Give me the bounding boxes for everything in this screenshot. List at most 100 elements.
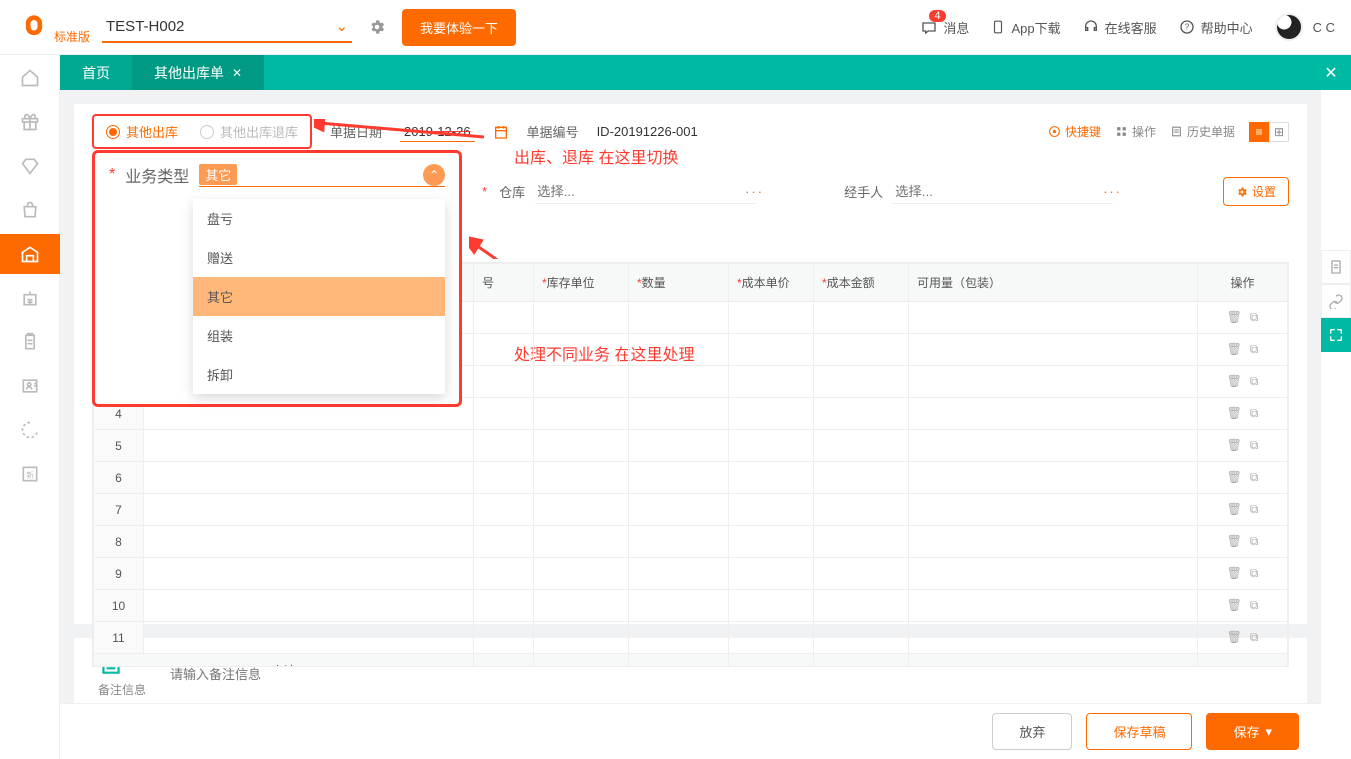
table-row[interactable]: 5🗑⧉ [94,430,1288,462]
biz-option[interactable]: 赠送 [193,238,445,277]
copy-icon[interactable]: ⧉ [1250,310,1259,324]
outbound-type-radio-group: 其他出库 其他出库退库 [92,114,312,149]
side-note-icon[interactable] [1321,250,1351,284]
customer-service-link[interactable]: 在线客服 [1083,18,1157,37]
delete-icon[interactable]: 🗑 [1227,470,1242,484]
delete-icon[interactable]: 🗑 [1227,566,1242,580]
svg-text:?: ? [1184,23,1189,32]
more-icon[interactable]: ··· [1103,184,1122,199]
biz-option[interactable]: 拆卸 [193,355,445,394]
operate-link[interactable]: 操作 [1115,123,1156,140]
more-icon[interactable]: ··· [745,184,764,199]
copy-icon[interactable]: ⧉ [1250,598,1259,612]
biz-option[interactable]: 盘亏 [193,199,445,238]
delete-icon[interactable]: 🗑 [1227,438,1242,452]
app-download-link[interactable]: App下载 [991,18,1060,37]
delete-icon[interactable]: 🗑 [1227,502,1242,516]
arrow-icon [469,229,589,259]
setting-button[interactable]: 设置 [1223,177,1289,206]
nav-gift-icon[interactable] [19,111,41,133]
tab-home[interactable]: 首页 [60,55,132,90]
copy-icon[interactable]: ⧉ [1250,566,1259,580]
delete-icon[interactable]: 🗑 [1227,342,1242,356]
save-draft-button[interactable]: 保存草稿 [1086,713,1192,750]
delete-icon[interactable]: 🗑 [1227,374,1242,388]
handler-select[interactable] [893,180,1113,204]
help-link[interactable]: ? 帮助中心 [1179,18,1253,37]
close-icon[interactable]: ✕ [232,66,242,80]
subtotal-row: 小计 0.00 0.00 [94,654,1288,668]
delete-icon[interactable]: 🗑 [1227,310,1242,324]
store-selector[interactable]: TEST-H002 ⌄ [102,11,352,43]
chevron-down-icon: ▾ [1265,724,1272,740]
copy-icon[interactable]: ⧉ [1250,342,1259,356]
user-name: C C [1313,20,1335,35]
delete-icon[interactable]: 🗑 [1227,534,1242,548]
chevron-up-icon[interactable]: ⌃ [423,164,445,186]
table-row[interactable]: 10🗑⧉ [94,590,1288,622]
view-toggle[interactable]: ≡ ⊞ [1249,122,1289,142]
radio-on-icon [106,125,120,139]
nav-diamond-icon[interactable] [19,155,41,177]
warehouse-field: *仓库 ··· [482,180,764,204]
doc-no-label: 单据编号 [527,122,579,141]
view-grid-icon[interactable]: ⊞ [1269,122,1289,142]
calendar-icon[interactable] [493,124,509,140]
table-row[interactable]: 8🗑⧉ [94,526,1288,558]
copy-icon[interactable]: ⧉ [1250,374,1259,388]
table-row[interactable]: 6🗑⧉ [94,462,1288,494]
nav-contact-icon[interactable] [19,375,41,397]
nav-warehouse-icon[interactable] [0,234,60,274]
arrow-icon [314,119,484,139]
trial-button[interactable]: 我要体验一下 [402,9,516,46]
copy-icon[interactable]: ⧉ [1250,534,1259,548]
radio-outbound[interactable]: 其他出库 [106,122,178,141]
radio-return[interactable]: 其他出库退库 [200,122,298,141]
remark-input[interactable] [170,667,1283,682]
biz-option[interactable]: 组装 [193,316,445,355]
tab-other-outbound[interactable]: 其他出库单 ✕ [132,55,264,90]
copy-icon[interactable]: ⧉ [1250,438,1259,452]
nav-new-icon[interactable]: 新 [19,463,41,485]
nav-home-icon[interactable] [19,67,41,89]
delete-icon[interactable]: 🗑 [1227,598,1242,612]
side-link-icon[interactable] [1321,284,1351,318]
business-type-select[interactable]: 其它 ⌃ [199,163,445,187]
nav-bag-icon[interactable] [19,199,41,221]
table-row[interactable]: 9🗑⧉ [94,558,1288,590]
delete-icon[interactable]: 🗑 [1227,406,1242,420]
messages-badge: 4 [929,10,945,22]
store-name: TEST-H002 [106,18,184,35]
footer-actions: 放弃 保存草稿 保存 ▾ [60,703,1321,759]
main-panel: 其他出库 其他出库退库 单据日期 2019-12-26 单据编号 ID-2019… [74,104,1307,624]
copy-icon[interactable]: ⧉ [1250,630,1259,644]
warehouse-select[interactable] [535,180,755,204]
nav-rail: 新 [0,55,60,759]
table-row[interactable]: 7🗑⧉ [94,494,1288,526]
copy-icon[interactable]: ⧉ [1250,470,1259,484]
business-type-field: * 业务类型 其它 ⌃ 盘亏 赠送 其它 组装 拆卸 [92,150,462,407]
view-list-icon[interactable]: ≡ [1249,122,1269,142]
copy-icon[interactable]: ⧉ [1250,502,1259,516]
history-link[interactable]: 历史单据 [1170,123,1235,140]
nav-money-icon[interactable] [19,287,41,309]
nav-sync-icon[interactable] [19,419,41,441]
tabs-close-all[interactable]: ✕ [1311,55,1351,90]
discard-button[interactable]: 放弃 [992,713,1072,750]
side-tools [1321,250,1351,352]
app-logo [16,9,52,45]
shortcut-link[interactable]: 快捷键 [1048,123,1101,140]
doc-no-value: ID-20191226-001 [597,124,698,139]
side-expand-icon[interactable] [1321,318,1351,352]
save-button[interactable]: 保存 ▾ [1206,713,1299,750]
delete-icon[interactable]: 🗑 [1227,630,1242,644]
avatar[interactable] [1275,13,1303,41]
tabs-bar: 首页 其他出库单 ✕ ✕ [60,55,1351,90]
gear-icon[interactable] [368,18,386,36]
nav-clipboard-icon[interactable] [19,331,41,353]
messages-link[interactable]: 4 消息 [921,18,969,37]
biz-option-selected[interactable]: 其它 [193,277,445,316]
table-row[interactable]: 11🗑⧉ [94,622,1288,654]
copy-icon[interactable]: ⧉ [1250,406,1259,420]
svg-text:新: 新 [26,469,34,479]
